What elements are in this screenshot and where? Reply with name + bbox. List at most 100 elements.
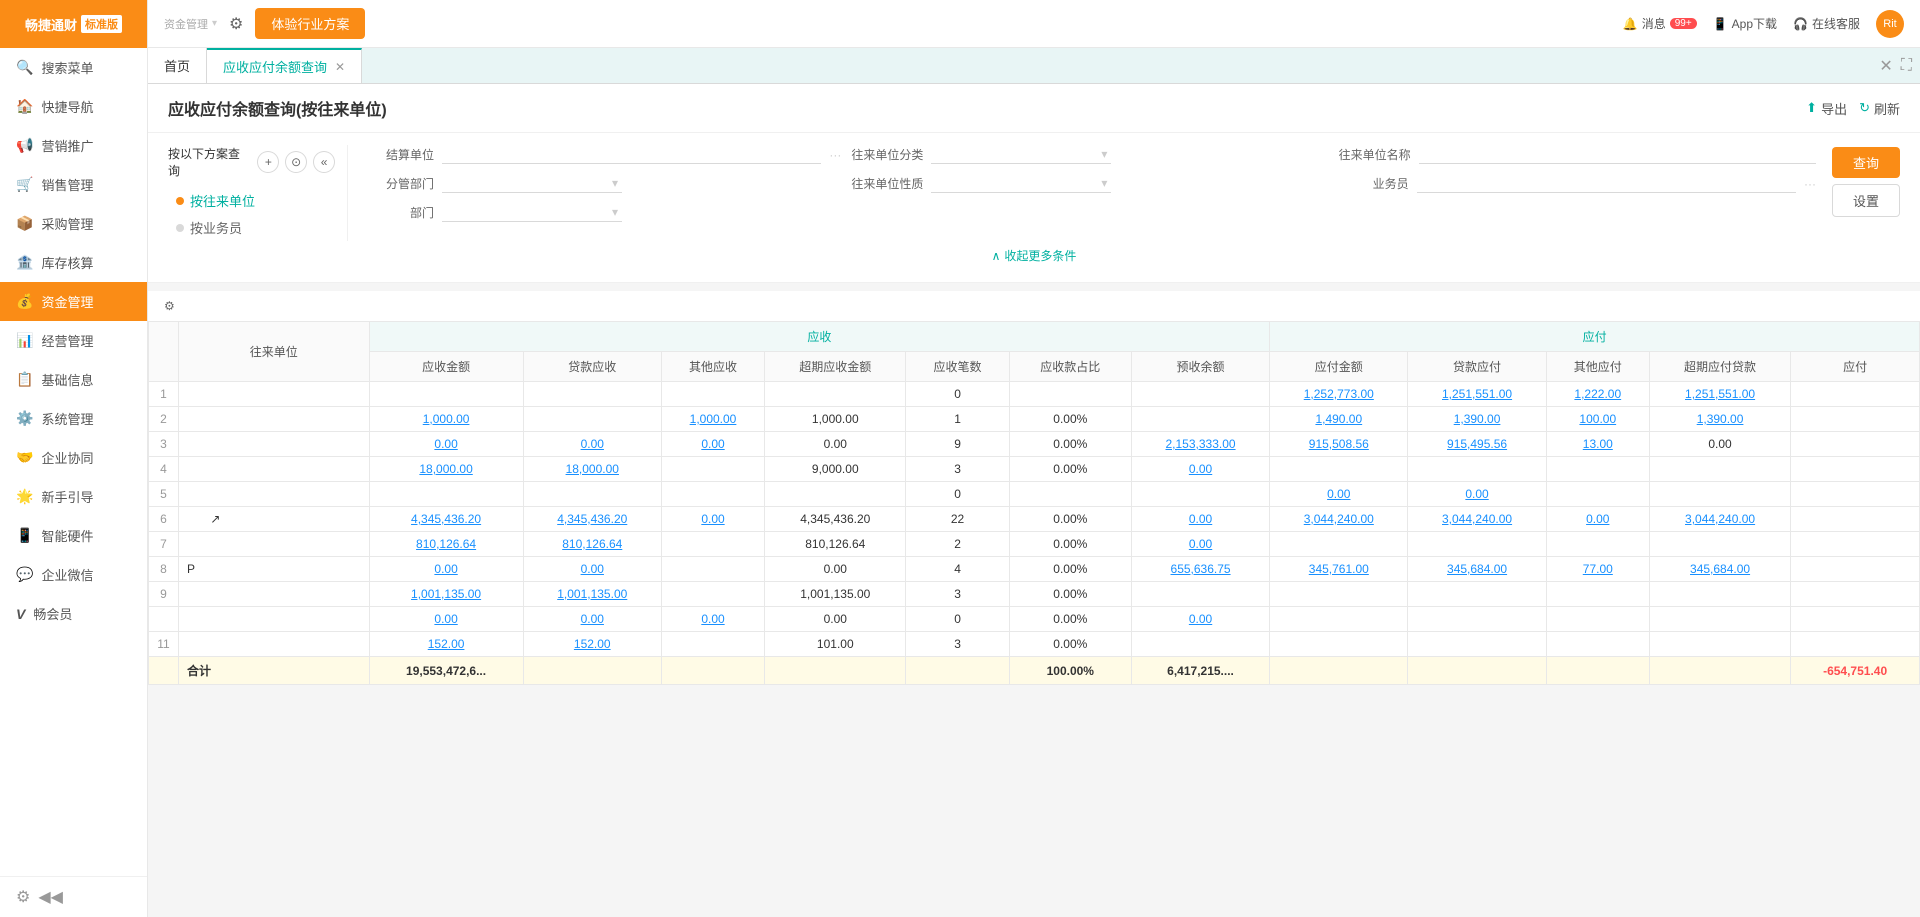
sidebar-item-basic-info[interactable]: 📋 基础信息 bbox=[0, 360, 147, 399]
bell-icon: 🔔 bbox=[1623, 17, 1638, 31]
topbar-gear-icon[interactable]: ⚙ bbox=[229, 14, 243, 34]
th-payable-more: 应付 bbox=[1791, 352, 1920, 382]
prepaid-balance: 0.00 bbox=[1131, 607, 1269, 632]
payable-amount bbox=[1270, 582, 1408, 607]
settings-icon[interactable]: ⚙ bbox=[16, 887, 30, 907]
loan-payable bbox=[1408, 632, 1546, 657]
collapse-icon[interactable]: ◀◀ bbox=[38, 887, 63, 907]
receivable-count: 0 bbox=[906, 382, 1009, 407]
receivable-amount: 18,000.00 bbox=[369, 457, 523, 482]
tab-close-icon[interactable]: ✕ bbox=[335, 60, 345, 74]
tab-close-all-icon[interactable]: ✕ bbox=[1879, 56, 1892, 76]
notifications-item[interactable]: 🔔 消息 99+ bbox=[1623, 15, 1697, 32]
filter-area: 按以下方案查询 + ⊙ « 按往来单位 按业务员 bbox=[148, 133, 1920, 283]
row-num: 7 bbox=[149, 532, 179, 557]
tab-balance-query[interactable]: 应收应付余额查询 ✕ bbox=[207, 48, 362, 83]
app-download-item[interactable]: 📱 App下载 bbox=[1713, 15, 1777, 32]
receivable-amount: 810,126.64 bbox=[369, 532, 523, 557]
prepaid-balance: 0.00 bbox=[1131, 532, 1269, 557]
row-num bbox=[149, 607, 179, 632]
sidebar-item-sales[interactable]: 🛒 销售管理 bbox=[0, 165, 147, 204]
receivable-count: 3 bbox=[906, 582, 1009, 607]
loan-receivable: 0.00 bbox=[523, 432, 661, 457]
settings-button[interactable]: 设置 bbox=[1832, 184, 1900, 217]
partner-name: ↗ bbox=[179, 507, 370, 532]
topbar: 资金管理 ▾ ⚙ 体验行业方案 🔔 消息 99+ 📱 App下载 🎧 在线客服 … bbox=[148, 0, 1920, 48]
sidebar-item-finance[interactable]: 💰 资金管理 bbox=[0, 282, 147, 321]
partner-name-input[interactable] bbox=[1419, 145, 1816, 164]
notifications-label: 消息 bbox=[1642, 15, 1666, 32]
add-filter-button[interactable]: + bbox=[257, 151, 279, 173]
tab-actions: ✕ ⛶ bbox=[1871, 48, 1920, 83]
dept-label: 分管部门 bbox=[364, 175, 434, 192]
footer-empty7 bbox=[1408, 657, 1546, 685]
sidebar-item-operations[interactable]: 📊 经营管理 bbox=[0, 321, 147, 360]
loan-payable bbox=[1408, 532, 1546, 557]
sidebar-item-guide[interactable]: 🌟 新手引导 bbox=[0, 477, 147, 516]
user-avatar[interactable]: Rit bbox=[1876, 10, 1904, 38]
loan-receivable: 1,001,135.00 bbox=[523, 582, 661, 607]
sidebar-item-search[interactable]: 🔍 搜索菜单 bbox=[0, 48, 147, 87]
table-settings-icon[interactable]: ⚙ bbox=[164, 299, 175, 313]
settlement-ellipsis[interactable]: ··· bbox=[829, 148, 841, 162]
salesperson-ellipsis[interactable]: ··· bbox=[1804, 177, 1816, 191]
tab-expand-icon[interactable]: ⛶ bbox=[1901, 57, 1912, 75]
collab-icon: 🤝 bbox=[16, 449, 33, 466]
row-num: 6 bbox=[149, 507, 179, 532]
dept2-select[interactable]: ▾ bbox=[442, 203, 622, 222]
inventory-icon: 🏦 bbox=[16, 254, 33, 271]
sidebar-item-collab[interactable]: 🤝 企业协同 bbox=[0, 438, 147, 477]
salesperson-input[interactable] bbox=[1417, 174, 1796, 193]
filter-collapse-icon[interactable]: « bbox=[313, 151, 335, 173]
logo-badge: 标准版 bbox=[81, 15, 122, 33]
th-receivable-group: 应收 bbox=[369, 322, 1270, 352]
tab-home-label: 首页 bbox=[164, 56, 190, 75]
loan-receivable: 810,126.64 bbox=[523, 532, 661, 557]
collapse-button[interactable]: ∧ 收起更多条件 bbox=[168, 241, 1900, 270]
receivable-amount: 1,001,135.00 bbox=[369, 582, 523, 607]
overdue-payable bbox=[1649, 482, 1790, 507]
filter-option-partner[interactable]: 按往来单位 bbox=[168, 187, 335, 214]
sidebar-item-label: 销售管理 bbox=[41, 175, 93, 194]
footer-empty3 bbox=[661, 657, 764, 685]
sidebar-item-purchase[interactable]: 📦 采购管理 bbox=[0, 204, 147, 243]
loan-payable: 3,044,240.00 bbox=[1408, 507, 1546, 532]
filter-settings-icon[interactable]: ⊙ bbox=[285, 151, 307, 173]
prepaid-balance: 655,636.75 bbox=[1131, 557, 1269, 582]
sidebar-item-label: 搜索菜单 bbox=[41, 58, 93, 77]
receivable-count: 3 bbox=[906, 457, 1009, 482]
overdue-receivable: 1,000.00 bbox=[765, 407, 906, 432]
other-receivable bbox=[661, 482, 764, 507]
prepaid-balance bbox=[1131, 382, 1269, 407]
export-button[interactable]: ⬆ 导出 bbox=[1806, 99, 1847, 118]
query-button[interactable]: 查询 bbox=[1832, 147, 1900, 178]
other-payable: 77.00 bbox=[1546, 557, 1649, 582]
sidebar-item-hardware[interactable]: 📱 智能硬件 bbox=[0, 516, 147, 555]
partner-category-select[interactable]: ▾ bbox=[931, 145, 1111, 164]
sidebar-item-nav[interactable]: 🏠 快捷导航 bbox=[0, 87, 147, 126]
active-dot bbox=[176, 197, 184, 205]
sidebar-item-wechat[interactable]: 💬 企业微信 bbox=[0, 555, 147, 594]
partner-nature-select[interactable]: ▾ bbox=[931, 174, 1111, 193]
sidebar-item-inventory[interactable]: 🏦 库存核算 bbox=[0, 243, 147, 282]
settlement-input[interactable] bbox=[442, 145, 821, 164]
solution-button[interactable]: 体验行业方案 bbox=[255, 8, 365, 39]
overdue-payable bbox=[1649, 582, 1790, 607]
prepaid-balance: 0.00 bbox=[1131, 457, 1269, 482]
dept-select[interactable]: ▾ bbox=[442, 174, 622, 193]
loan-payable: 1,390.00 bbox=[1408, 407, 1546, 432]
th-overdue-receivable: 超期应收金额 bbox=[765, 352, 906, 382]
refresh-button[interactable]: ↻ 刷新 bbox=[1859, 99, 1900, 118]
chevron-down-icon2: ▾ bbox=[612, 176, 618, 190]
loan-payable: 915,495.56 bbox=[1408, 432, 1546, 457]
logo-text: 畅捷通财 bbox=[25, 15, 77, 34]
filter-option-salesperson[interactable]: 按业务员 bbox=[168, 214, 335, 241]
customer-service-item[interactable]: 🎧 在线客服 bbox=[1793, 15, 1860, 32]
row-num: 9 bbox=[149, 582, 179, 607]
receivable-ratio bbox=[1009, 382, 1131, 407]
table-row: 0.00 0.00 0.00 0.00 0 0.00% 0.00 bbox=[149, 607, 1920, 632]
sidebar-item-system[interactable]: ⚙️ 系统管理 bbox=[0, 399, 147, 438]
tab-home[interactable]: 首页 bbox=[148, 48, 207, 83]
sidebar-item-member[interactable]: V 畅会员 bbox=[0, 594, 147, 633]
sidebar-item-marketing[interactable]: 📢 营销推广 bbox=[0, 126, 147, 165]
